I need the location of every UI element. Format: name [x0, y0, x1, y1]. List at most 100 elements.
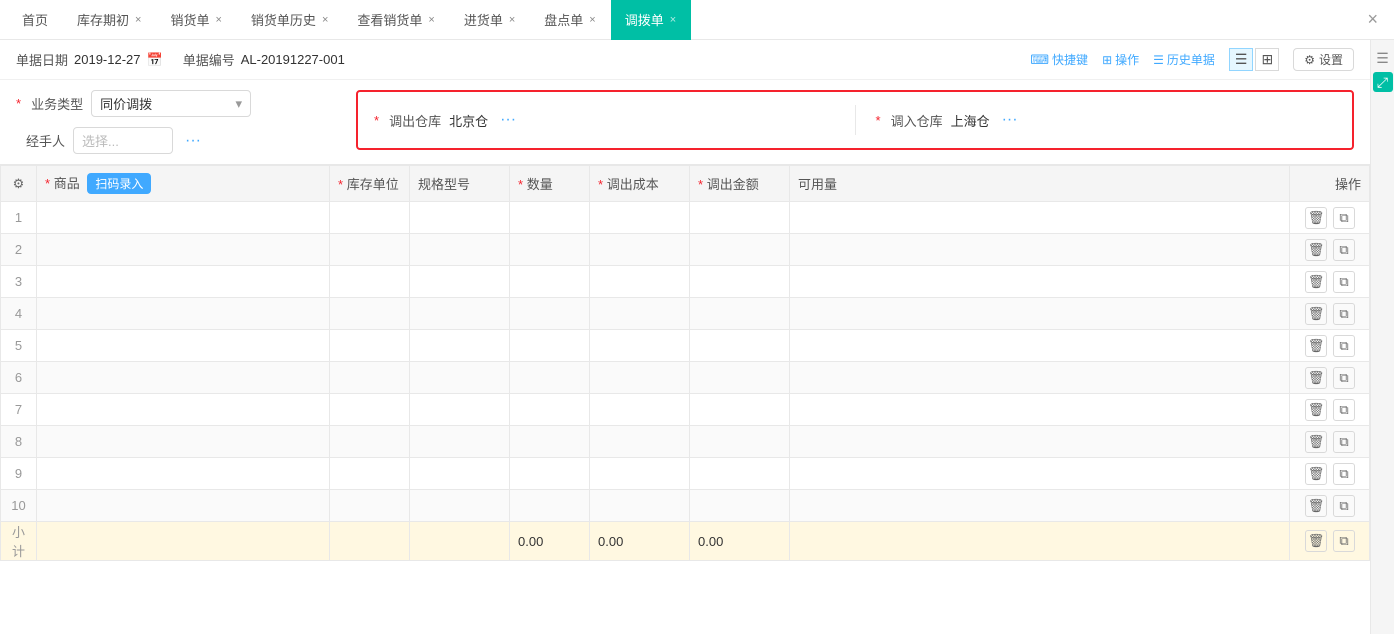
copy-row-btn[interactable]: ⧉: [1333, 367, 1355, 389]
cell-qty[interactable]: [510, 394, 590, 426]
tab-inventory-init-close[interactable]: ×: [135, 14, 141, 26]
copy-row-btn[interactable]: ⧉: [1333, 271, 1355, 293]
cell-amount[interactable]: [690, 394, 790, 426]
cell-amount[interactable]: [690, 362, 790, 394]
cell-cost[interactable]: [590, 234, 690, 266]
tab-inventory-check[interactable]: 盘点单 ×: [530, 0, 610, 40]
cell-amount[interactable]: [690, 266, 790, 298]
delete-row-btn[interactable]: 🗑: [1305, 207, 1327, 229]
delete-row-btn[interactable]: 🗑: [1305, 303, 1327, 325]
operation-btn[interactable]: ⊞ 操作: [1102, 51, 1139, 68]
cell-cost[interactable]: [590, 362, 690, 394]
delete-row-btn[interactable]: 🗑: [1305, 367, 1327, 389]
cell-product[interactable]: [37, 202, 330, 234]
copy-row-btn[interactable]: ⧉: [1333, 239, 1355, 261]
tab-view-sales[interactable]: 查看销货单 ×: [343, 0, 449, 40]
tab-home[interactable]: 首页: [8, 0, 63, 40]
tab-transfer-order-close[interactable]: ×: [670, 14, 676, 26]
cell-cost[interactable]: [590, 330, 690, 362]
calendar-icon[interactable]: 📅: [147, 52, 163, 68]
delete-row-btn[interactable]: 🗑: [1305, 463, 1327, 485]
tab-sales-order[interactable]: 销货单 ×: [156, 0, 236, 40]
operation-icon: ⊞: [1102, 53, 1112, 67]
tab-sales-history[interactable]: 销货单历史 ×: [237, 0, 343, 40]
copy-row-btn[interactable]: ⧉: [1333, 207, 1355, 229]
tab-purchase-order-close[interactable]: ×: [509, 14, 515, 26]
tab-purchase-order[interactable]: 进货单 ×: [450, 0, 530, 40]
cell-cost[interactable]: [590, 394, 690, 426]
business-type-select[interactable]: 同价调拨 ▾: [91, 90, 251, 117]
handler-placeholder: 选择...: [82, 134, 119, 149]
delete-row-btn[interactable]: 🗑: [1305, 335, 1327, 357]
cell-amount[interactable]: [690, 426, 790, 458]
copy-row-btn[interactable]: ⧉: [1333, 399, 1355, 421]
cell-product[interactable]: [37, 458, 330, 490]
target-warehouse-more-btn[interactable]: ···: [998, 111, 1022, 129]
cell-product[interactable]: [37, 234, 330, 266]
handler-more-btn[interactable]: ···: [181, 132, 205, 150]
cell-product[interactable]: [37, 298, 330, 330]
delete-row-btn[interactable]: 🗑: [1305, 399, 1327, 421]
tab-transfer-order[interactable]: 调拨单 ×: [611, 0, 691, 40]
delete-row-btn[interactable]: 🗑: [1305, 495, 1327, 517]
operation-buttons: 🗑⧉: [1298, 495, 1361, 517]
view-list-btn[interactable]: ☰: [1229, 48, 1254, 71]
cell-product[interactable]: [37, 362, 330, 394]
cell-qty[interactable]: [510, 202, 590, 234]
cell-amount[interactable]: [690, 298, 790, 330]
sidebar-list-icon[interactable]: ☰: [1373, 48, 1393, 68]
cell-qty[interactable]: [510, 330, 590, 362]
window-close-button[interactable]: ×: [1359, 9, 1386, 30]
cell-amount[interactable]: [690, 202, 790, 234]
cell-product[interactable]: [37, 330, 330, 362]
cell-amount[interactable]: [690, 234, 790, 266]
col-gear[interactable]: ⚙: [1, 166, 37, 202]
cell-amount[interactable]: [690, 458, 790, 490]
history-btn[interactable]: ☰ 历史单据: [1153, 51, 1215, 68]
copy-row-btn[interactable]: ⧉: [1333, 463, 1355, 485]
cell-qty[interactable]: [510, 426, 590, 458]
cell-qty[interactable]: [510, 362, 590, 394]
cell-product[interactable]: [37, 394, 330, 426]
source-warehouse-more-btn[interactable]: ···: [496, 111, 520, 129]
cell-cost[interactable]: [590, 266, 690, 298]
cell-qty[interactable]: [510, 490, 590, 522]
scan-entry-btn[interactable]: 扫码录入: [87, 173, 151, 194]
copy-row-btn[interactable]: ⧉: [1333, 431, 1355, 453]
cell-cost[interactable]: [590, 490, 690, 522]
cell-qty[interactable]: [510, 298, 590, 330]
cell-qty[interactable]: [510, 266, 590, 298]
delete-row-btn[interactable]: 🗑: [1305, 530, 1327, 552]
cell-product[interactable]: [37, 266, 330, 298]
delete-row-btn[interactable]: 🗑: [1305, 431, 1327, 453]
cell-cost[interactable]: [590, 458, 690, 490]
cell-cost[interactable]: [590, 298, 690, 330]
tab-view-sales-close[interactable]: ×: [428, 14, 434, 26]
cell-cost[interactable]: [590, 426, 690, 458]
warehouse-divider: [855, 105, 856, 135]
operation-buttons: 🗑⧉: [1298, 207, 1361, 229]
cell-product[interactable]: [37, 426, 330, 458]
tab-inventory-init[interactable]: 库存期初 ×: [63, 0, 156, 40]
cell-product[interactable]: [37, 522, 330, 561]
cell-amount[interactable]: [690, 490, 790, 522]
tab-sales-history-close[interactable]: ×: [322, 14, 328, 26]
copy-row-btn[interactable]: ⧉: [1333, 303, 1355, 325]
copy-row-btn[interactable]: ⧉: [1333, 530, 1355, 552]
cell-amount[interactable]: [690, 330, 790, 362]
tab-inventory-check-close[interactable]: ×: [589, 14, 595, 26]
copy-row-btn[interactable]: ⧉: [1333, 335, 1355, 357]
cell-cost[interactable]: [590, 202, 690, 234]
tab-sales-order-close[interactable]: ×: [215, 14, 221, 26]
delete-row-btn[interactable]: 🗑: [1305, 271, 1327, 293]
cell-qty[interactable]: [510, 458, 590, 490]
cell-qty[interactable]: [510, 234, 590, 266]
delete-row-btn[interactable]: 🗑: [1305, 239, 1327, 261]
sidebar-expand-icon[interactable]: ⤢: [1373, 72, 1393, 92]
shortcut-key-btn[interactable]: ⌨ 快捷键: [1030, 51, 1088, 68]
cell-product[interactable]: [37, 490, 330, 522]
copy-row-btn[interactable]: ⧉: [1333, 495, 1355, 517]
settings-button[interactable]: ⚙ 设置: [1293, 48, 1354, 71]
view-grid-btn[interactable]: ⊞: [1255, 48, 1279, 71]
handler-input[interactable]: 选择...: [73, 127, 173, 154]
